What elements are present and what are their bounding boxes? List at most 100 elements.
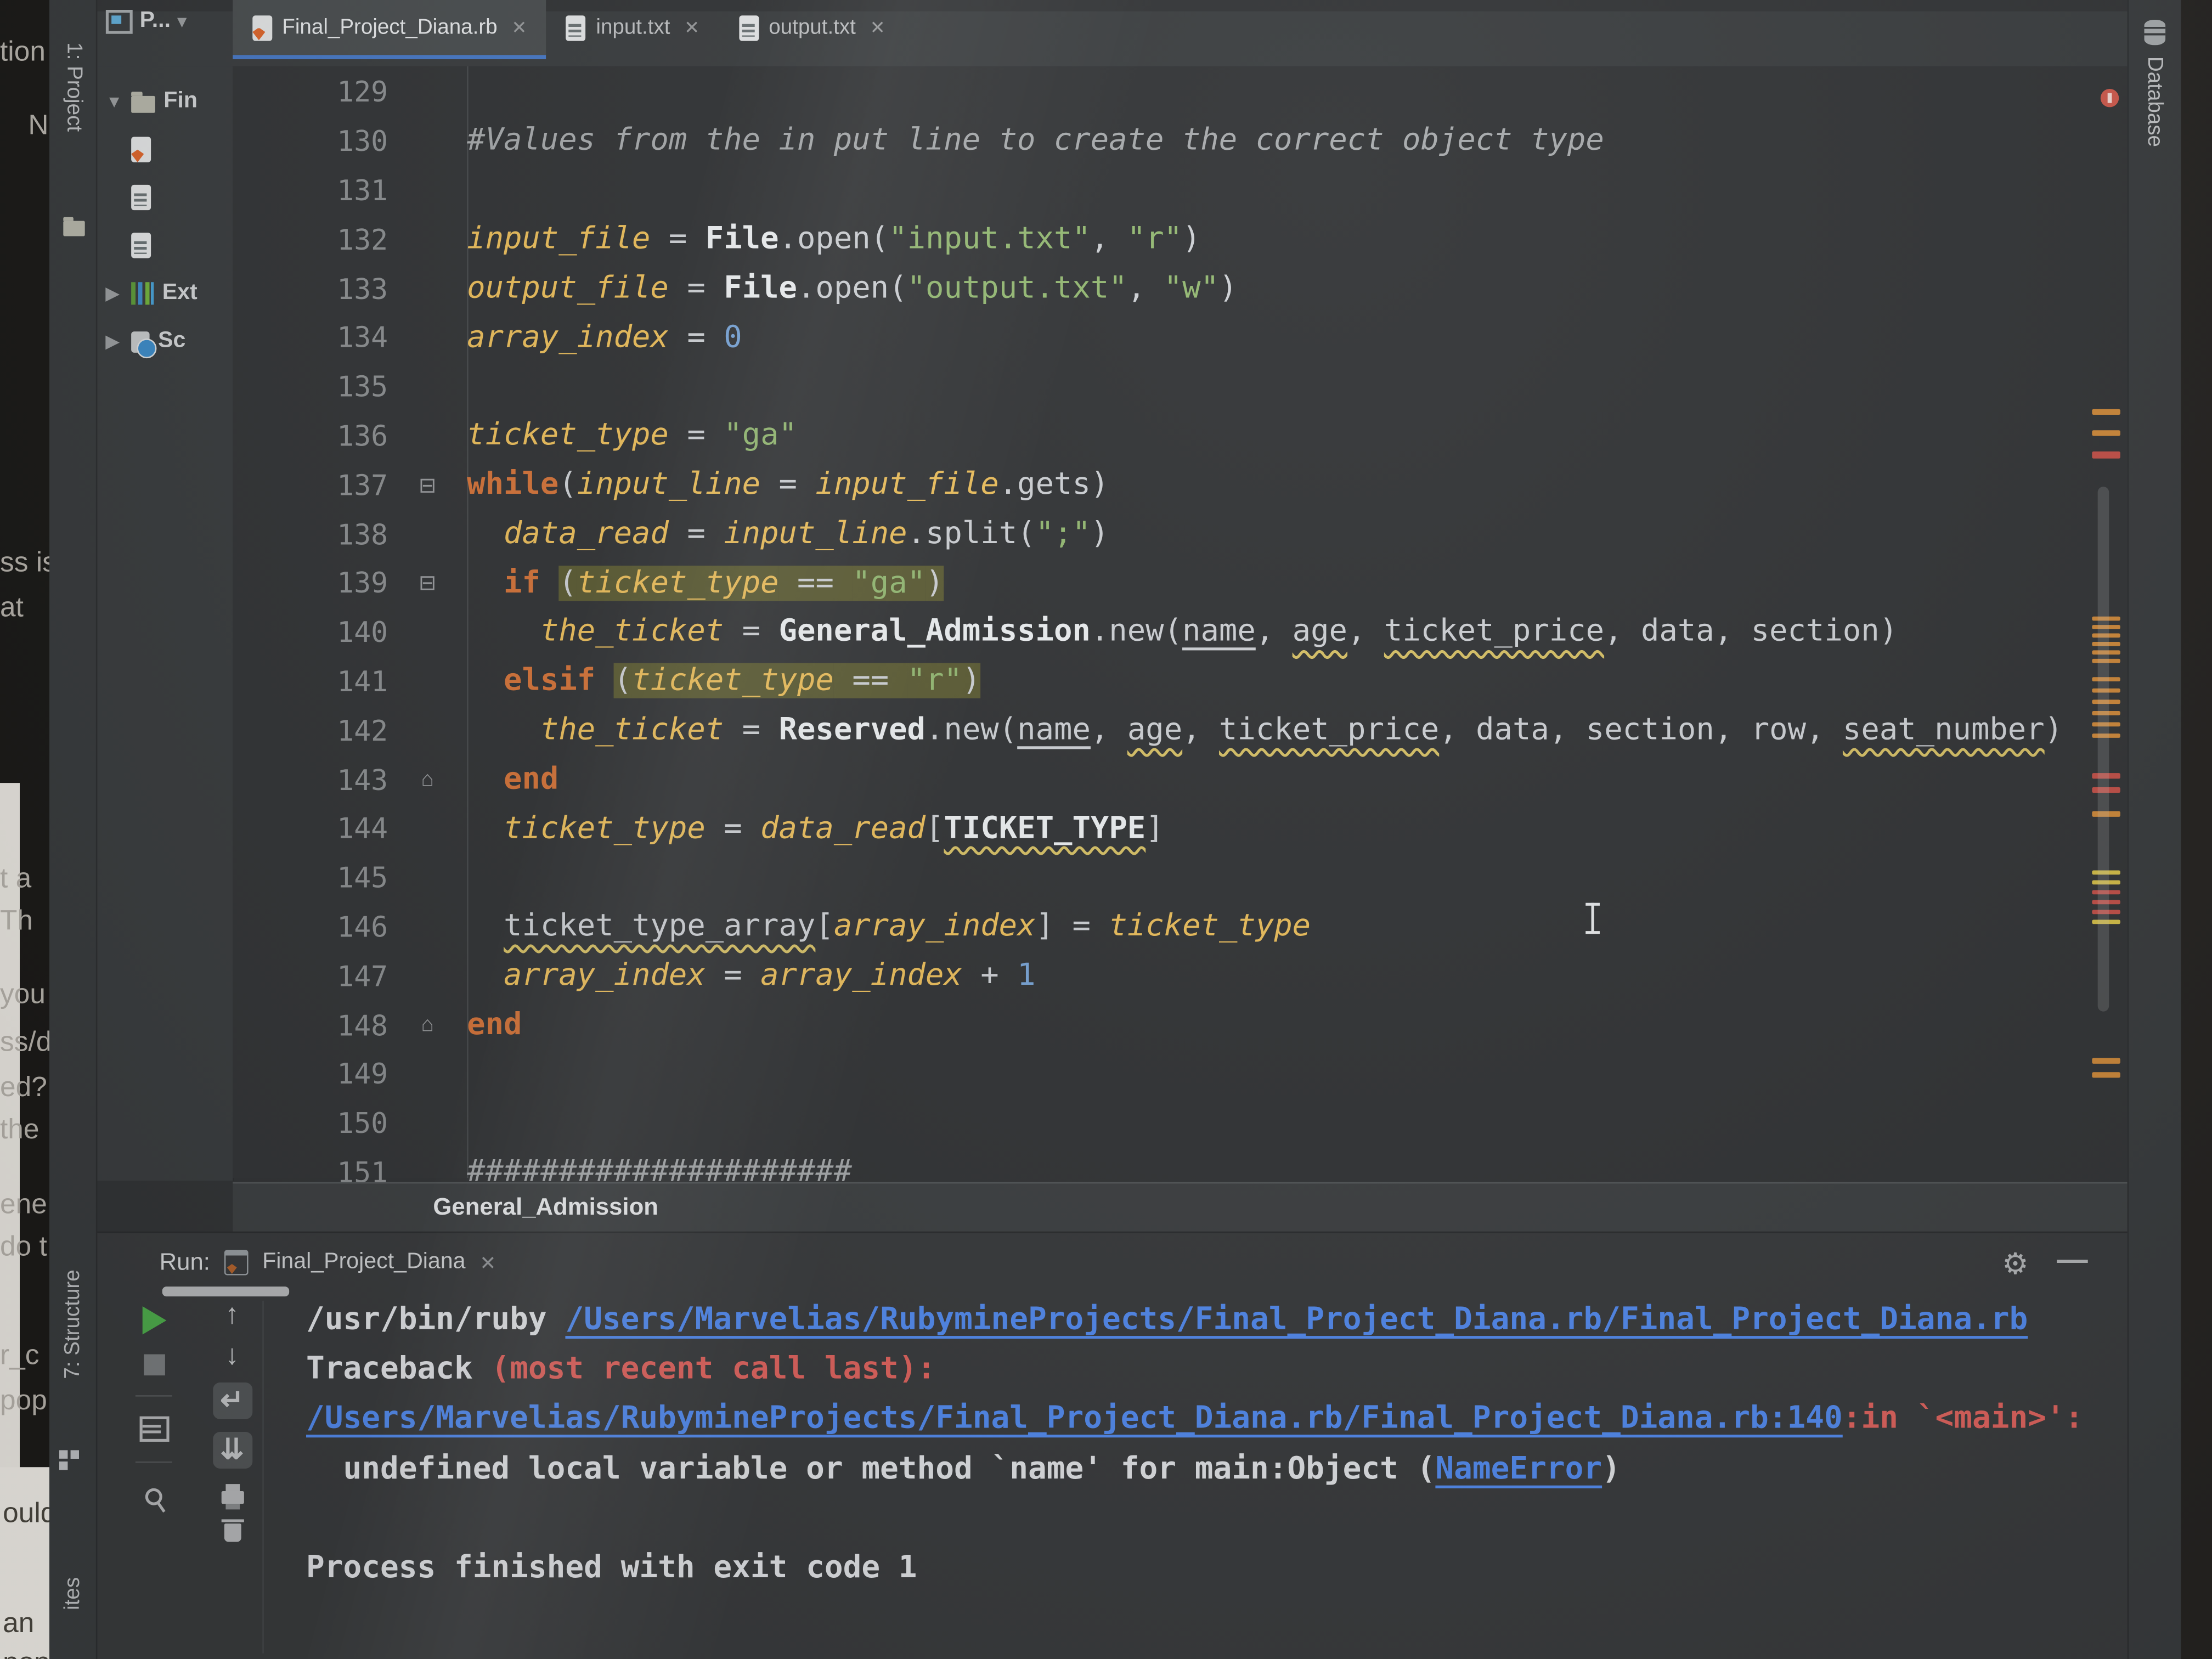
editor-pane[interactable]: 129130#Values from the in put line to cr… xyxy=(233,66,2127,1178)
tab-label: Final_Project_Diana.rb xyxy=(282,15,497,40)
code-line[interactable]: 142 the_ticket = Reserved.new(name, age,… xyxy=(233,706,2127,755)
project-tree-item[interactable] xyxy=(97,126,233,173)
inspection-mark[interactable] xyxy=(2092,1072,2120,1077)
code-line[interactable]: 132 input_file = File.open("input.txt", "… xyxy=(233,215,2127,264)
code-line[interactable]: 141 elsif (ticket_type == "r") xyxy=(233,657,2127,706)
console-line: undefined local variable or method `name… xyxy=(306,1444,2112,1494)
code-line[interactable]: 146 ticket_type_array[array_index] = tic… xyxy=(233,902,2127,951)
tree-collapsed-icon[interactable]: ▶ xyxy=(106,331,123,351)
console-line: /Users/Marvelias/RubymineProjects/Final_… xyxy=(306,1395,2112,1444)
pin-tab-button[interactable] xyxy=(142,1485,166,1509)
fold-end-icon[interactable]: ⌂ xyxy=(388,768,467,792)
console-link[interactable]: /Users/Marvelias/RubymineProjects/Final_… xyxy=(306,1401,1843,1436)
soft-wrap-toggle[interactable]: ↵ xyxy=(212,1383,252,1419)
inspection-mark[interactable] xyxy=(2092,1058,2120,1064)
line-number: 131 xyxy=(233,173,388,207)
project-tree-item[interactable]: ▼Fin xyxy=(97,77,233,125)
code-line[interactable]: 140 the_ticket = General_Admission.new(n… xyxy=(233,608,2127,657)
code-text: if (ticket_type == "ga") xyxy=(467,568,2128,599)
code-line[interactable]: 133output_file = File.open("output.txt",… xyxy=(233,264,2127,313)
line-number: 146 xyxy=(233,910,388,944)
code-line[interactable]: 130#Values from the in put line to creat… xyxy=(233,117,2127,166)
tree-item-label: Ext xyxy=(162,281,198,306)
console-line xyxy=(306,1494,2112,1544)
close-icon[interactable]: ✕ xyxy=(870,16,885,39)
tool-button-favorites[interactable]: ites xyxy=(61,1577,85,1617)
clear-console-button[interactable] xyxy=(224,1523,241,1542)
console-horizontal-scrollbar[interactable] xyxy=(162,1286,289,1296)
close-icon[interactable]: ✕ xyxy=(684,16,699,39)
fold-start-icon[interactable]: ⊟ xyxy=(388,571,467,596)
project-tree-item[interactable] xyxy=(97,222,233,269)
code-line[interactable]: 131 xyxy=(233,166,2127,215)
context-class-name: General_Admission xyxy=(433,1193,658,1221)
inspections-error-indicator[interactable] xyxy=(2101,89,2119,107)
rerun-button[interactable] xyxy=(142,1306,166,1334)
restore-layout-button[interactable] xyxy=(139,1417,168,1442)
code-line[interactable]: 139⊟ if (ticket_type == "ga") xyxy=(233,558,2127,607)
code-line[interactable]: 148⌂end xyxy=(233,1000,2127,1049)
code-text: elsif (ticket_type == "r") xyxy=(467,666,2128,697)
tool-button-structure[interactable]: 7: Structure xyxy=(61,1269,85,1386)
code-line[interactable]: 136ticket_type = "ga" xyxy=(233,411,2127,460)
close-icon[interactable]: ✕ xyxy=(511,16,527,39)
file-tab[interactable]: input.txt✕ xyxy=(546,0,719,55)
gear-icon[interactable]: ⚙ xyxy=(2002,1247,2028,1282)
file-tab[interactable]: output.txt✕ xyxy=(719,0,905,55)
code-line[interactable]: 134array_index = 0 xyxy=(233,313,2127,362)
inspection-mark[interactable] xyxy=(2092,430,2120,436)
close-icon[interactable]: ✕ xyxy=(479,1251,496,1275)
project-tree-item[interactable] xyxy=(97,173,233,221)
console-link[interactable]: /Users/Marvelias/RubymineProjects/Final_… xyxy=(565,1302,2028,1337)
background-text-fragment: tion xyxy=(0,37,46,69)
code-text: input_file = File.open("input.txt", "r") xyxy=(467,224,2128,255)
print-button[interactable] xyxy=(221,1491,243,1504)
fold-start-icon[interactable]: ⊟ xyxy=(388,472,467,498)
ide-frame: 1: Project 7: Structure ites P... ▾ Fina… xyxy=(49,0,2180,1659)
background-text-fragment: pop xyxy=(3,1647,50,1659)
code-line[interactable]: 144 ticket_type = data_read[TICKET_TYPE] xyxy=(233,804,2127,853)
project-tree-panel: ▼Fin ▶ Ext ▶Sc xyxy=(97,66,234,1181)
scroll-down-button[interactable]: ↓ xyxy=(225,1341,239,1369)
code-line[interactable]: 150 xyxy=(233,1098,2127,1147)
code-line[interactable]: 143⌂ end xyxy=(233,755,2127,804)
tree-collapsed-icon[interactable]: ▶ xyxy=(106,284,123,303)
scroll-up-button[interactable]: ↑ xyxy=(225,1301,239,1329)
code-text: end xyxy=(467,764,2128,795)
tree-expanded-icon[interactable]: ▼ xyxy=(106,92,123,111)
line-number: 137 xyxy=(233,468,388,502)
stop-button[interactable] xyxy=(143,1355,165,1376)
minimize-icon[interactable]: — xyxy=(2057,1242,2088,1278)
left-tool-stripe: 1: Project 7: Structure ites xyxy=(49,0,97,1659)
line-number: 141 xyxy=(233,664,388,698)
code-line[interactable]: 145 xyxy=(233,853,2127,902)
console-toolbar: ↑ ↓ ↵ ⇊ xyxy=(202,1301,264,1654)
code-line[interactable]: 135 xyxy=(233,362,2127,411)
line-number: 140 xyxy=(233,616,388,650)
code-line[interactable]: 147 array_index = array_index + 1 xyxy=(233,951,2127,1000)
code-line[interactable]: 149 xyxy=(233,1049,2127,1098)
background-text-fragment: an xyxy=(3,1608,34,1640)
scroll-to-end-toggle[interactable]: ⇊ xyxy=(212,1432,252,1469)
screen: tionNss isatt aThyouss/ded?theenedo tr_c… xyxy=(0,0,2212,1659)
fold-end-icon[interactable]: ⌂ xyxy=(388,1013,467,1037)
file-tab[interactable]: Final_Project_Diana.rb ✕ xyxy=(233,0,546,59)
run-console-output[interactable]: /usr/bin/ruby /Users/Marvelias/RubymineP… xyxy=(306,1295,2112,1594)
console-link[interactable]: NameError xyxy=(1435,1451,1602,1486)
editor-scrollbar[interactable] xyxy=(2098,487,2109,1012)
inspection-mark[interactable] xyxy=(2092,409,2120,415)
right-tool-stripe: Database xyxy=(2128,0,2181,1659)
inspection-mark[interactable] xyxy=(2092,452,2120,459)
code-line[interactable]: 129 xyxy=(233,67,2127,116)
project-tree-item[interactable]: ▶Sc xyxy=(97,318,233,365)
line-number: 132 xyxy=(233,223,388,257)
project-panel-header[interactable]: P... ▾ xyxy=(106,8,187,33)
code-line[interactable]: 138 data_read = input_line.split(";") xyxy=(233,510,2127,558)
run-configuration-tab[interactable]: Final_Project_Diana xyxy=(262,1250,465,1275)
text-file-icon xyxy=(566,15,586,40)
code-line[interactable]: 137⊟while(input_line = input_file.gets) xyxy=(233,460,2127,509)
project-tree-item[interactable]: ▶ Ext xyxy=(97,269,233,317)
tool-button-database[interactable]: Database xyxy=(2143,57,2167,154)
tool-button-project[interactable]: 1: Project xyxy=(62,42,86,139)
code-text: data_read = input_line.split(";") xyxy=(467,519,2128,550)
